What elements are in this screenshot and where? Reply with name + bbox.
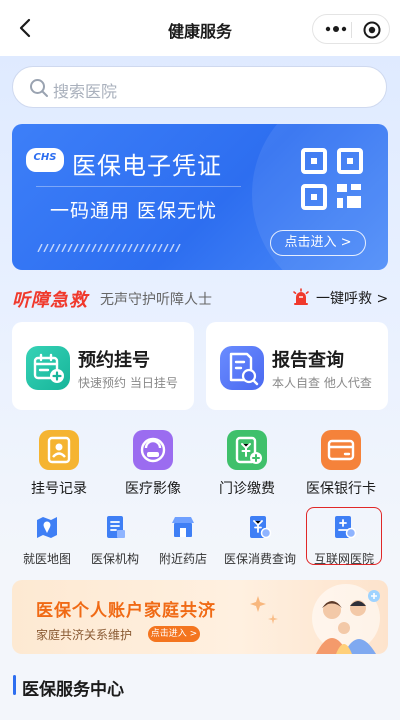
promo-enter-button[interactable]: 点击进入 > — [148, 626, 200, 642]
grid-label: 挂号记录 — [31, 481, 87, 497]
service-label: 互联网医院 — [313, 552, 374, 566]
chs-logo: CHS — [26, 148, 64, 172]
institution-icon — [107, 516, 125, 538]
bank-card-icon — [321, 430, 361, 470]
card-appointment[interactable]: 预约挂号 快速预约 当日挂号 — [12, 322, 194, 410]
banner-stripes — [37, 244, 181, 252]
search-input[interactable]: 搜索医院 — [12, 66, 387, 108]
service-label: 医保机构 — [90, 552, 139, 566]
banner-subtitle: 一码通用 医保无忧 — [50, 200, 218, 222]
chs-logo-text: CHS — [33, 152, 57, 163]
grid-label: 门诊缴费 — [219, 481, 275, 497]
banner-title: 医保电子凭证 — [72, 152, 222, 180]
service-label: 就医地图 — [22, 552, 71, 566]
banner-enter-button[interactable]: 点击进入 > — [270, 230, 366, 256]
grid-label: 医疗影像 — [125, 481, 181, 497]
close-target-icon[interactable] — [363, 21, 381, 39]
consumption-query-icon — [250, 516, 272, 539]
service-label: 附近药店 — [158, 552, 207, 566]
calendar-plus-icon — [26, 346, 70, 390]
alarm-icon — [293, 288, 309, 305]
family-illustration — [250, 584, 380, 654]
grid-item-register-record[interactable]: 挂号记录 — [16, 430, 102, 498]
service-item-map[interactable]: 就医地图 — [9, 514, 85, 567]
internet-hospital-icon — [335, 516, 357, 539]
section-title: 医保服务中心 — [22, 680, 124, 700]
card-report-title: 报告查询 — [272, 350, 344, 371]
hearing-emergency-title: 听障急救 — [12, 290, 88, 311]
search-placeholder: 搜索医院 — [53, 82, 118, 101]
grid-label: 医保银行卡 — [306, 481, 376, 497]
grid-item-bank-card[interactable]: 医保银行卡 — [298, 430, 384, 498]
pharmacy-icon — [172, 517, 194, 537]
service-item-institution[interactable]: 医保机构 — [77, 514, 153, 567]
promo-title: 医保个人账户家庭共济 — [36, 601, 216, 621]
mini-program-capsule — [312, 14, 390, 44]
capsule-divider — [351, 22, 352, 38]
map-icon — [37, 517, 57, 538]
service-item-pharmacy[interactable]: 附近药店 — [145, 514, 221, 567]
qr-code-icon — [301, 148, 363, 210]
hearing-emergency-subtitle: 无声守护听障人士 — [100, 292, 212, 308]
card-appointment-subtitle: 快速预约 当日挂号 — [78, 376, 178, 390]
grid-item-medical-imaging[interactable]: 医疗影像 — [110, 430, 196, 498]
one-key-sos-link[interactable]: 一键呼救 > — [316, 288, 388, 308]
card-report-subtitle: 本人自查 他人代查 — [272, 376, 372, 390]
medical-imaging-icon — [133, 430, 173, 470]
service-item-consumption-query[interactable]: 医保消费查询 — [222, 514, 298, 567]
card-appointment-title: 预约挂号 — [78, 350, 150, 371]
promo-subtitle: 家庭共济关系维护 — [36, 628, 133, 642]
report-search-icon — [220, 346, 264, 390]
nav-bar: 健康服务 — [0, 0, 400, 56]
register-record-icon — [39, 430, 79, 470]
outpatient-payment-icon — [227, 430, 267, 470]
grid-item-outpatient-payment[interactable]: 门诊缴费 — [204, 430, 290, 498]
service-item-internet-hospital[interactable]: 互联网医院 — [306, 514, 382, 567]
search-icon — [30, 79, 48, 97]
service-label: 医保消费查询 — [223, 552, 296, 566]
more-icon[interactable] — [325, 23, 347, 35]
banner-divider — [36, 186, 241, 187]
card-report-query[interactable]: 报告查询 本人自查 他人代查 — [206, 322, 388, 410]
section-accent-bar — [13, 675, 16, 695]
